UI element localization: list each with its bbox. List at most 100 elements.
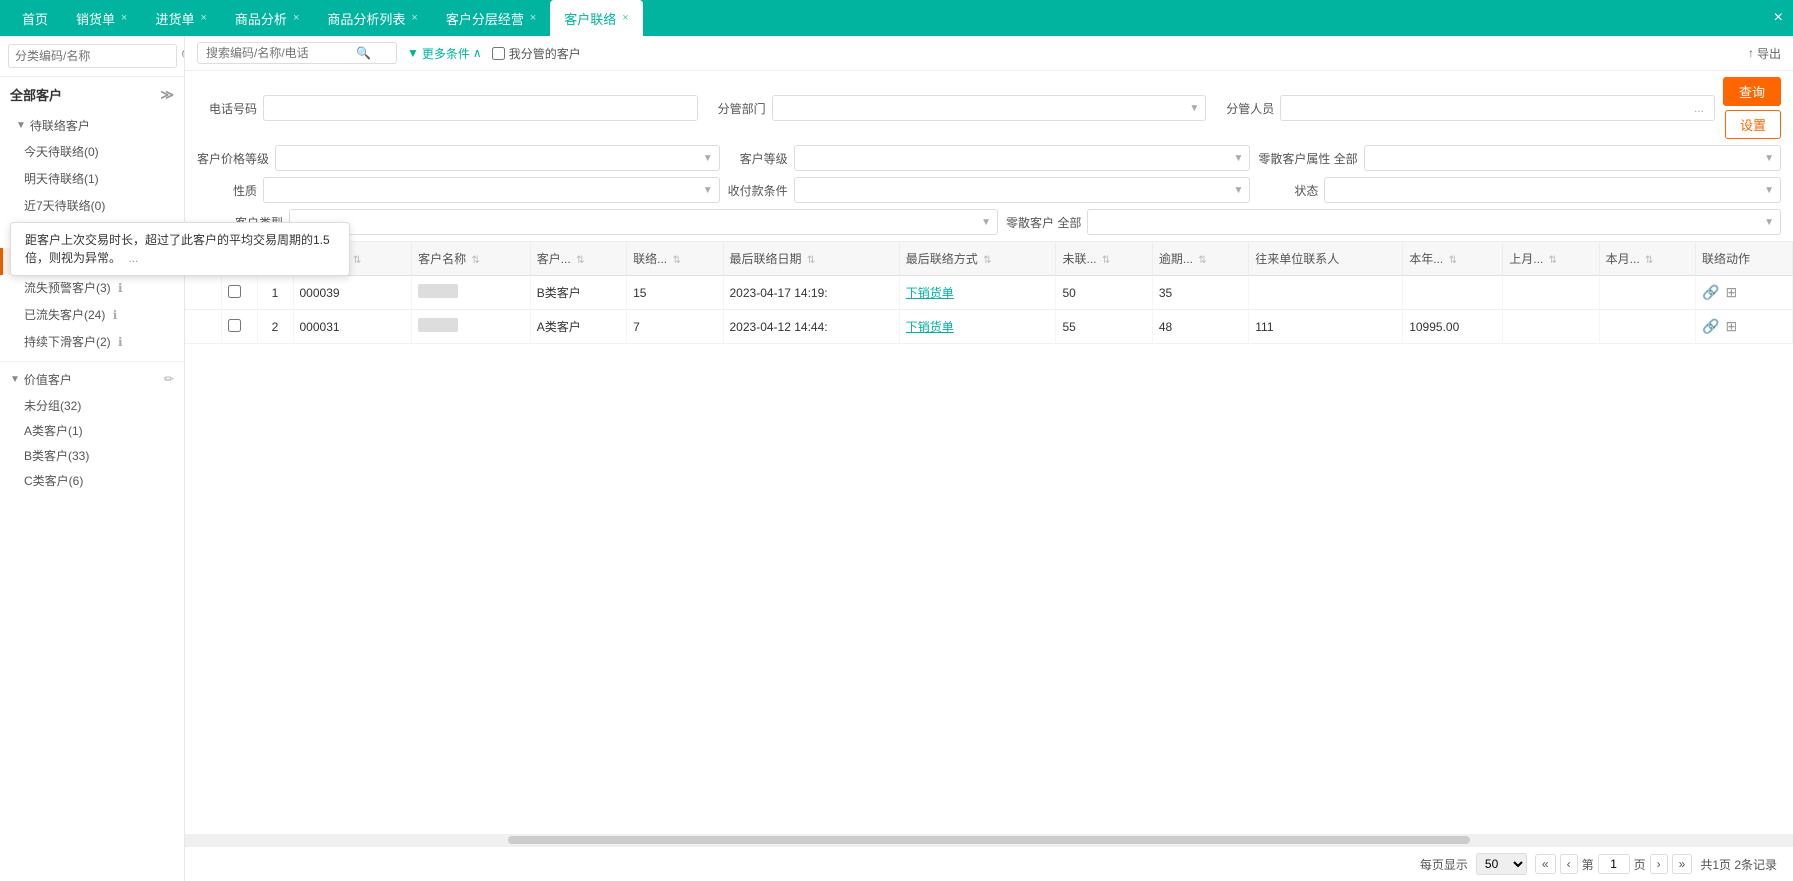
row2-last-method[interactable]: 下销货单 — [899, 310, 1056, 344]
price-grade-select[interactable]: ▼ — [275, 145, 720, 171]
row1-this-month — [1599, 276, 1695, 310]
adv-row-1: 电话号码 分管部门 ▼ 分管人员 ... — [197, 77, 1781, 139]
row2-type: A类客户 — [530, 310, 626, 344]
status-caret: ▼ — [1764, 185, 1774, 196]
row2-action-link[interactable]: 🔗 — [1702, 318, 1719, 335]
row2-overdue: 48 — [1152, 310, 1248, 344]
customer-type-select[interactable]: ▼ — [289, 209, 998, 235]
row2-name[interactable] — [412, 310, 531, 344]
nav-product-list[interactable]: 商品分析列表 × — [313, 0, 431, 36]
method-sort[interactable]: ⇅ — [983, 255, 991, 266]
sidebar-today-pending[interactable]: 今天待联络(0) — [0, 139, 184, 166]
manager-dots[interactable]: ... — [1694, 101, 1704, 115]
sidebar-ungrouped[interactable]: 未分组(32) — [0, 393, 184, 418]
name-sort[interactable]: ⇅ — [471, 255, 479, 266]
sidebar-class-b[interactable]: B类客户(33) — [0, 443, 184, 468]
nav-home[interactable]: 首页 — [8, 0, 62, 36]
more-conditions-button[interactable]: ▼ 更多条件 ∧ — [407, 45, 482, 62]
sidebar-tomorrow-pending[interactable]: 明天待联络(1) — [0, 166, 184, 193]
not-contact-sort[interactable]: ⇅ — [1102, 255, 1110, 266]
last-month-sort[interactable]: ⇅ — [1549, 255, 1557, 266]
sidebar-already-lost[interactable]: 已流失客户(24) ℹ — [0, 302, 184, 329]
sidebar-search-input[interactable] — [8, 44, 177, 68]
contact-sort[interactable]: ⇅ — [672, 255, 680, 266]
query-button[interactable]: 查询 — [1723, 77, 1781, 106]
this-month-sort[interactable]: ⇅ — [1645, 255, 1653, 266]
sidebar-class-a[interactable]: A类客户(1) — [0, 418, 184, 443]
row1-checkbox[interactable] — [228, 285, 241, 298]
row1-action-grid[interactable]: ⊞ — [1725, 284, 1737, 301]
date-sort[interactable]: ⇅ — [807, 255, 815, 266]
horizontal-scrollbar[interactable] — [185, 834, 1793, 846]
customer-grade-select[interactable]: ▼ — [794, 145, 1251, 171]
nav-purchase[interactable]: 进货单 × — [141, 0, 220, 36]
export-button[interactable]: ↑ 导出 — [1748, 45, 1781, 62]
row2-code[interactable]: 000031 — [293, 310, 412, 344]
nav-customer-contact-close[interactable]: × — [622, 12, 628, 24]
sidebar-value-group[interactable]: ▼ 价值客户 ✏ — [0, 366, 184, 393]
overdue-sort[interactable]: ⇅ — [1198, 255, 1206, 266]
row1-check[interactable] — [221, 276, 257, 310]
sidebar-week-pending[interactable]: 近7天待联络(0) — [0, 193, 184, 220]
value-group-edit[interactable]: ✏ — [164, 372, 174, 386]
close-window-button[interactable]: × — [1774, 9, 1783, 27]
sidebar-pending-contact-group[interactable]: ▼ 待联络客户 — [0, 112, 184, 139]
sidebar-continuous-down[interactable]: 持续下滑客户(2) ℹ — [0, 329, 184, 356]
page-number-input[interactable] — [1598, 854, 1630, 874]
page-size-label: 每页显示 — [1420, 856, 1468, 873]
dept-select[interactable]: ▼ — [772, 95, 1207, 121]
row2-name-blur — [418, 318, 458, 332]
price-grade-label: 客户价格等级 — [197, 150, 269, 167]
row2-checkbox[interactable] — [228, 319, 241, 332]
sidebar: 🔍 全部客户 ≫ ▼ 待联络客户 今天待联络(0) 明天待联络(1) 近7天待联… — [0, 36, 185, 881]
row1-last-month — [1503, 276, 1599, 310]
retail-customer-select[interactable]: ▼ — [1087, 209, 1781, 235]
nav-customer-tier[interactable]: 客户分层经营 × — [432, 0, 550, 36]
sidebar-lost-risk[interactable]: 流失预警客户(3) ℹ — [0, 275, 184, 302]
row1-code[interactable]: 000039 — [293, 276, 412, 310]
my-customers-check[interactable] — [492, 47, 505, 60]
th-this-month: 本月... ⇅ — [1599, 242, 1695, 276]
year-sort[interactable]: ⇅ — [1449, 255, 1457, 266]
sidebar-all-customers[interactable]: 全部客户 ≫ — [0, 77, 184, 112]
row2-check[interactable] — [221, 310, 257, 344]
row1-name[interactable] — [412, 276, 531, 310]
nav-product-analysis[interactable]: 商品分析 × — [221, 0, 313, 36]
status-select[interactable]: ▼ — [1324, 177, 1781, 203]
first-page-button[interactable]: « — [1535, 854, 1556, 874]
nav-product-list-close[interactable]: × — [411, 12, 417, 24]
nature-label: 性质 — [197, 182, 257, 199]
search-box[interactable]: 🔍 — [197, 42, 397, 64]
nav-customer-contact[interactable]: 客户联络 × — [550, 0, 642, 36]
sidebar-class-c[interactable]: C类客户(6) — [0, 468, 184, 493]
nav-customer-tier-close[interactable]: × — [530, 12, 536, 24]
scrollbar-thumb[interactable] — [508, 836, 1470, 844]
nature-select[interactable]: ▼ — [263, 177, 720, 203]
row1-action-link[interactable]: 🔗 — [1702, 284, 1719, 301]
last-page-button[interactable]: » — [1672, 854, 1693, 874]
retail-attr-select[interactable]: ▼ — [1364, 145, 1781, 171]
row1-last-method[interactable]: 下销货单 — [899, 276, 1056, 310]
search-button[interactable]: 🔍 — [356, 46, 371, 60]
code-sort[interactable]: ⇅ — [353, 255, 361, 266]
nav-sales[interactable]: 销货单 × — [62, 0, 141, 36]
search-input[interactable] — [206, 46, 356, 60]
payment-label: 收付款条件 — [728, 182, 788, 199]
nav-sales-close[interactable]: × — [121, 12, 127, 24]
next-page-button[interactable]: › — [1650, 854, 1668, 874]
page-size-select[interactable]: 50 100 200 — [1476, 853, 1527, 875]
my-customers-checkbox[interactable]: 我分管的客户 — [492, 45, 581, 62]
nav-purchase-close[interactable]: × — [200, 12, 206, 24]
phone-input[interactable] — [263, 95, 698, 121]
prev-page-button[interactable]: ‹ — [1560, 854, 1578, 874]
export-icon: ↑ — [1748, 46, 1754, 60]
collapse-icon[interactable]: ≫ — [160, 87, 174, 103]
payment-select[interactable]: ▼ — [794, 177, 1251, 203]
customer-grade-field: 客户等级 ▼ — [728, 145, 1251, 171]
nav-product-analysis-close[interactable]: × — [293, 12, 299, 24]
row1-not-contact: 50 — [1056, 276, 1152, 310]
manager-select[interactable]: ... — [1280, 95, 1715, 121]
type-sort[interactable]: ⇅ — [576, 255, 584, 266]
settings-button[interactable]: 设置 — [1725, 110, 1781, 139]
row2-action-grid[interactable]: ⊞ — [1725, 318, 1737, 335]
